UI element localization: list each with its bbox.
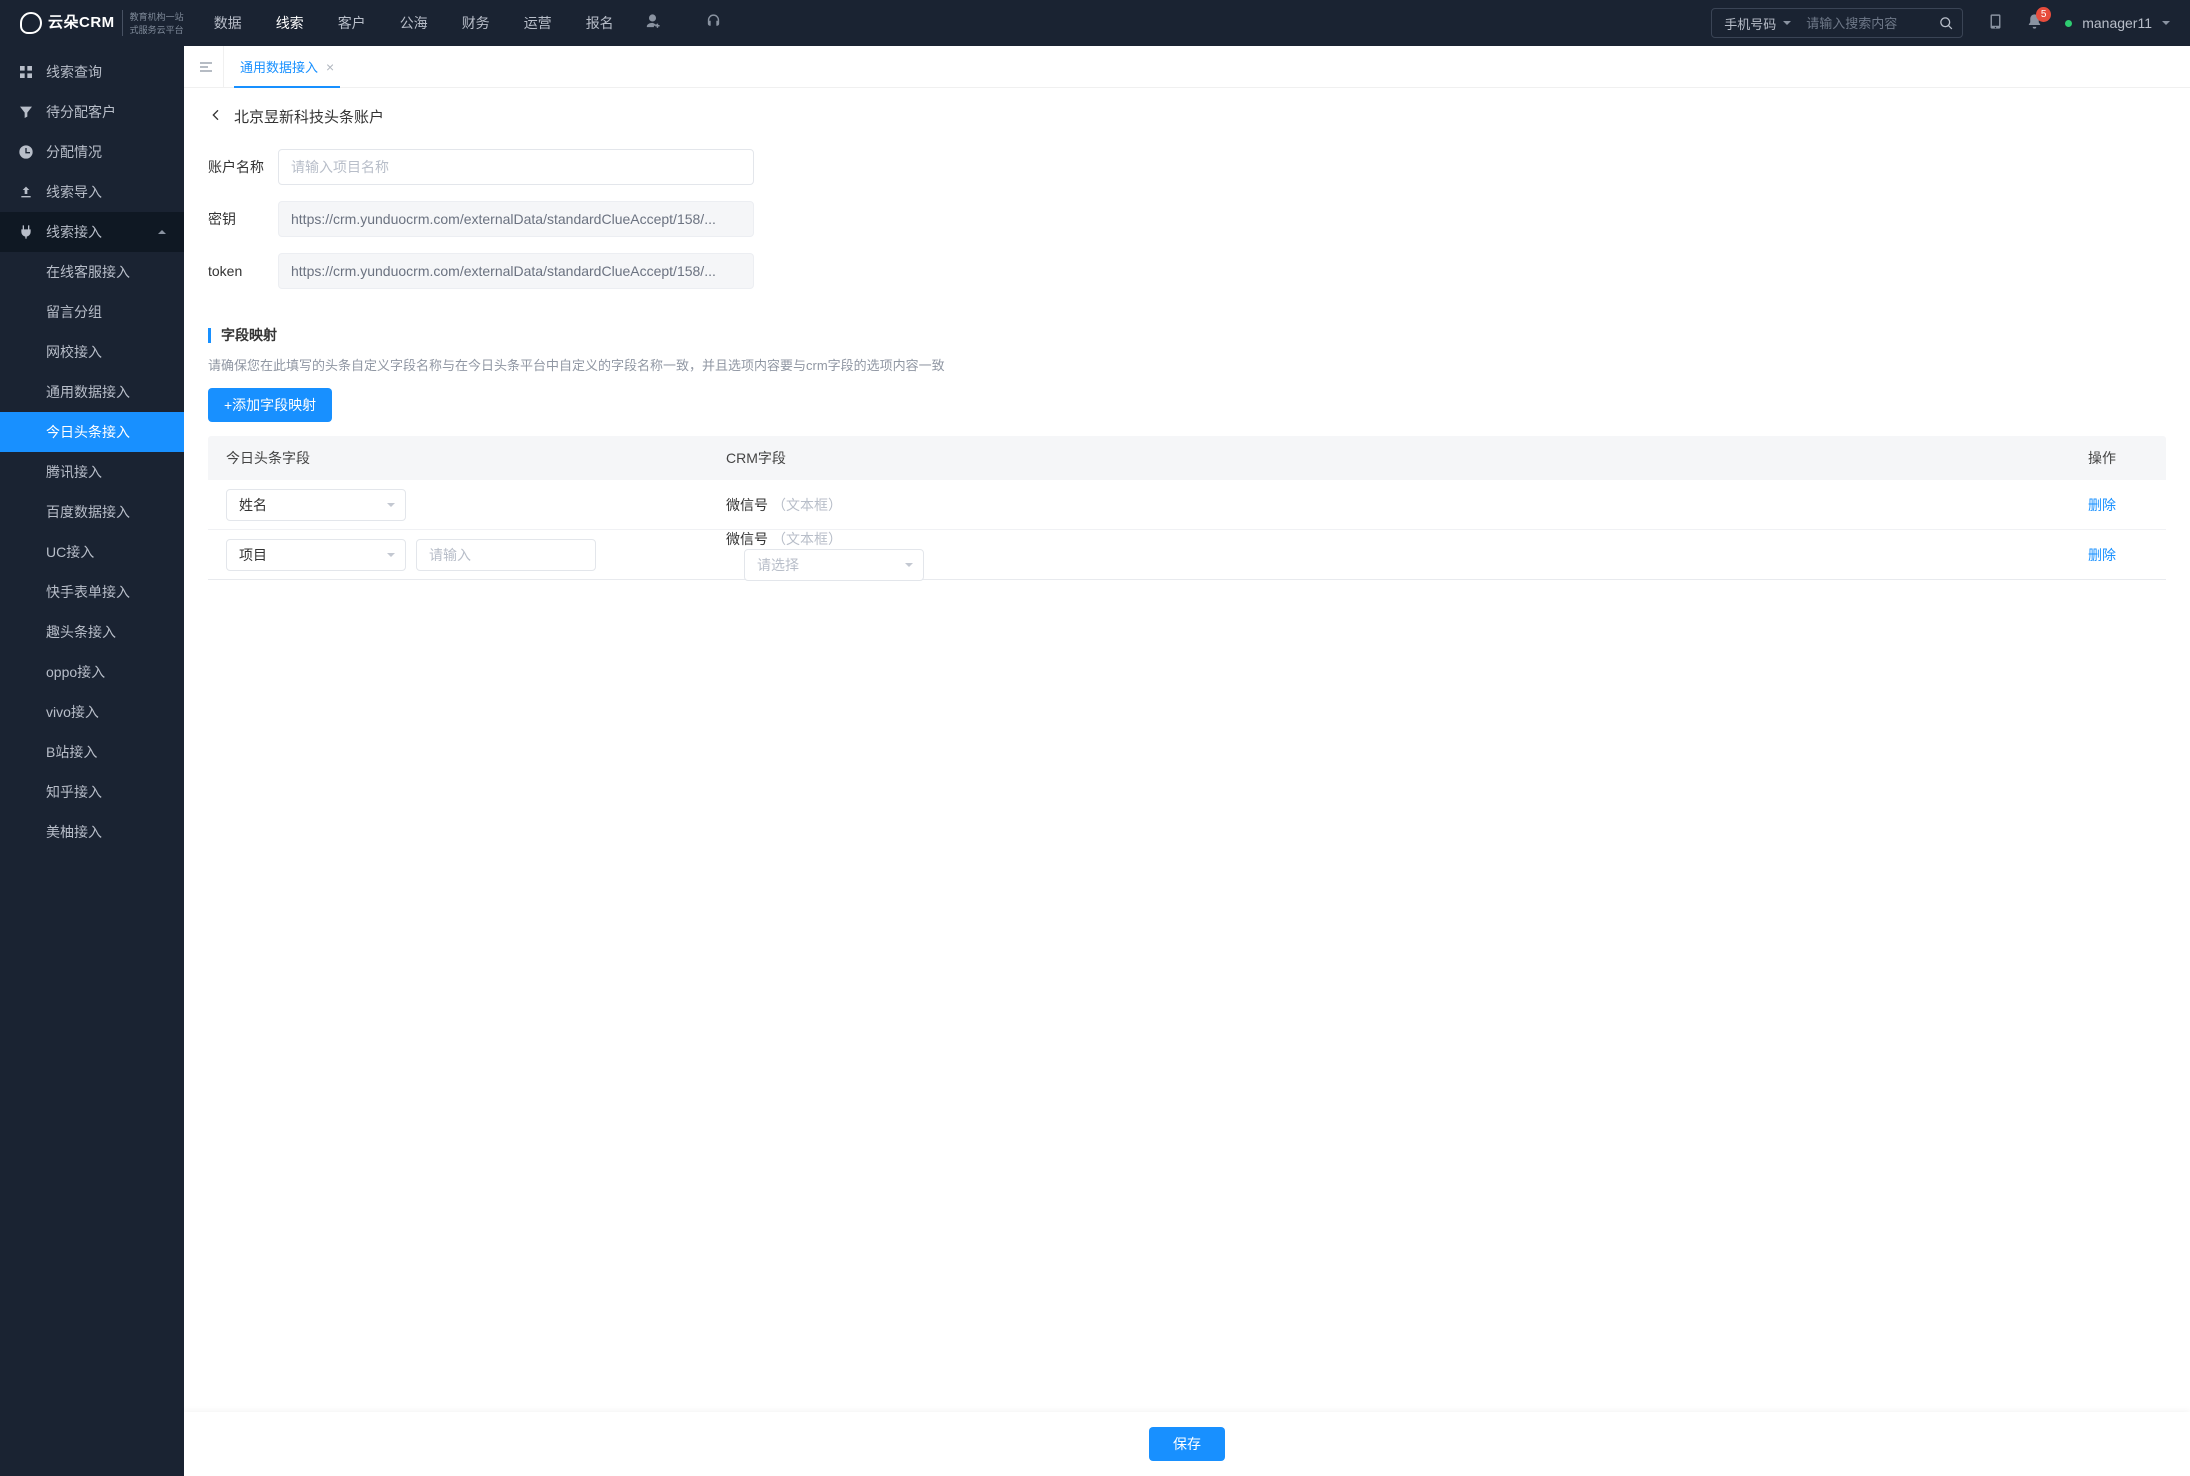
headset-icon[interactable] <box>705 13 722 33</box>
nav-公海[interactable]: 公海 <box>400 13 428 33</box>
sidebar-sub-知乎接入[interactable]: 知乎接入 <box>0 772 184 812</box>
tab-bar: 通用数据接入× <box>184 46 2190 88</box>
sidebar-sub-oppo接入[interactable]: oppo接入 <box>0 652 184 692</box>
footer-action-bar: 保存 <box>184 1412 2190 1476</box>
sidebar-sub-今日头条接入[interactable]: 今日头条接入 <box>0 412 184 452</box>
section-accent <box>208 328 211 343</box>
global-search: 手机号码 <box>1711 8 1963 38</box>
notification-badge: 5 <box>2036 7 2051 22</box>
sidebar-sub-UC接入[interactable]: UC接入 <box>0 532 184 572</box>
sidebar-线索导入[interactable]: 线索导入 <box>0 172 184 212</box>
user-name: manager11 <box>2082 15 2152 31</box>
crm-field-select[interactable]: 请选择 <box>744 549 924 581</box>
nav-线索[interactable]: 线索 <box>276 13 304 33</box>
side-nav: 线索查询待分配客户分配情况线索导入线索接入在线客服接入留言分组网校接入通用数据接… <box>0 46 184 1476</box>
grid-icon <box>18 64 34 80</box>
brand-logo: 云朵CRM 教育机构一站 式服务云平台 <box>20 10 184 36</box>
secret-input[interactable] <box>278 201 754 237</box>
sidebar-sub-留言分组[interactable]: 留言分组 <box>0 292 184 332</box>
status-dot-icon <box>2065 20 2072 27</box>
col-toutiao-field: 今日头条字段 <box>226 448 726 468</box>
mapping-section-title: 字段映射 <box>221 325 277 345</box>
user-menu[interactable]: manager11 <box>2065 15 2170 31</box>
mapping-description: 请确保您在此填写的头条自定义字段名称与在今日头条平台中自定义的字段名称一致，并且… <box>184 351 2190 388</box>
sidebar-线索查询[interactable]: 线索查询 <box>0 52 184 92</box>
main-area: 通用数据接入× 北京昱新科技头条账户 账户名称 密钥 token 字段映射 <box>184 46 2190 1476</box>
sidebar-sub-腾讯接入[interactable]: 腾讯接入 <box>0 452 184 492</box>
account-name-label: 账户名称 <box>208 157 278 177</box>
plug-icon <box>18 224 34 240</box>
page-title: 北京昱新科技头条账户 <box>234 106 384 127</box>
mobile-icon[interactable] <box>1987 13 2004 33</box>
sidebar-分配情况[interactable]: 分配情况 <box>0 132 184 172</box>
token-input[interactable] <box>278 253 754 289</box>
toutiao-value-input[interactable] <box>416 539 596 571</box>
back-button[interactable] <box>208 107 224 126</box>
secret-label: 密钥 <box>208 209 278 229</box>
tab-close-icon[interactable]: × <box>326 60 334 74</box>
nav-财务[interactable]: 财务 <box>462 13 490 33</box>
sidebar-sub-通用数据接入[interactable]: 通用数据接入 <box>0 372 184 412</box>
mapping-row: 项目 微信号（文本框） 请选择 删除 <box>208 530 2166 580</box>
tab-通用数据接入[interactable]: 通用数据接入× <box>224 46 350 88</box>
sidebar-待分配客户[interactable]: 待分配客户 <box>0 92 184 132</box>
filter-icon <box>18 104 34 120</box>
account-name-input[interactable] <box>278 149 754 185</box>
clock-icon <box>18 144 34 160</box>
delete-row-link[interactable]: 删除 <box>2088 497 2116 513</box>
mapping-table: 今日头条字段 CRM字段 操作 姓名微信号（文本框）删除项目微信号（文本框） 请… <box>208 436 2166 580</box>
sidebar-sub-百度数据接入[interactable]: 百度数据接入 <box>0 492 184 532</box>
add-mapping-button[interactable]: +添加字段映射 <box>208 388 332 422</box>
delete-row-link[interactable]: 删除 <box>2088 547 2116 563</box>
col-actions: 操作 <box>2088 448 2148 468</box>
mapping-row: 姓名 微信号（文本框） 删除 <box>208 480 2166 530</box>
crm-field-label: 微信号 <box>726 531 768 547</box>
search-button[interactable] <box>1930 16 1962 31</box>
nav-报名[interactable]: 报名 <box>586 13 614 33</box>
nav-数据[interactable]: 数据 <box>214 13 242 33</box>
brand-name: 云朵CRM <box>48 15 115 31</box>
sidebar-sub-美柚接入[interactable]: 美柚接入 <box>0 812 184 852</box>
user-add-icon[interactable] <box>644 13 661 33</box>
crm-field-hint: （文本框） <box>772 531 842 547</box>
sidebar-sub-趣头条接入[interactable]: 趣头条接入 <box>0 612 184 652</box>
sidebar-group-线索接入[interactable]: 线索接入 <box>0 212 184 252</box>
crm-field-label: 微信号 <box>726 497 768 513</box>
toutiao-field-select[interactable]: 姓名 <box>226 489 406 521</box>
nav-客户[interactable]: 客户 <box>338 13 366 33</box>
sidebar-sub-快手表单接入[interactable]: 快手表单接入 <box>0 572 184 612</box>
token-label: token <box>208 263 278 279</box>
sidebar-sub-网校接入[interactable]: 网校接入 <box>0 332 184 372</box>
cloud-icon <box>20 12 42 34</box>
save-button[interactable]: 保存 <box>1149 1427 1225 1461</box>
sidebar-sub-vivo接入[interactable]: vivo接入 <box>0 692 184 732</box>
search-input[interactable] <box>1800 16 1930 31</box>
col-crm-field: CRM字段 <box>726 448 2088 468</box>
sidebar-sub-在线客服接入[interactable]: 在线客服接入 <box>0 252 184 292</box>
primary-nav: 数据 线索 客户 公海 财务 运营 报名 <box>214 13 614 33</box>
toutiao-field-select[interactable]: 项目 <box>226 539 406 571</box>
page-content: 北京昱新科技头条账户 账户名称 密钥 token 字段映射 请确保您在此填写的头… <box>184 88 2190 1476</box>
top-header: 云朵CRM 教育机构一站 式服务云平台 数据线索客户公海财务运营报名 手机号码 … <box>0 0 2190 46</box>
export-icon <box>18 184 34 200</box>
nav-运营[interactable]: 运营 <box>524 13 552 33</box>
search-mode-select[interactable]: 手机号码 <box>1712 14 1800 33</box>
sidebar-sub-B站接入[interactable]: B站接入 <box>0 732 184 772</box>
brand-tagline: 教育机构一站 式服务云平台 <box>122 10 184 36</box>
crm-field-hint: （文本框） <box>772 497 842 513</box>
bell-icon[interactable]: 5 <box>2026 13 2043 33</box>
sidebar-toggle[interactable] <box>188 46 224 88</box>
